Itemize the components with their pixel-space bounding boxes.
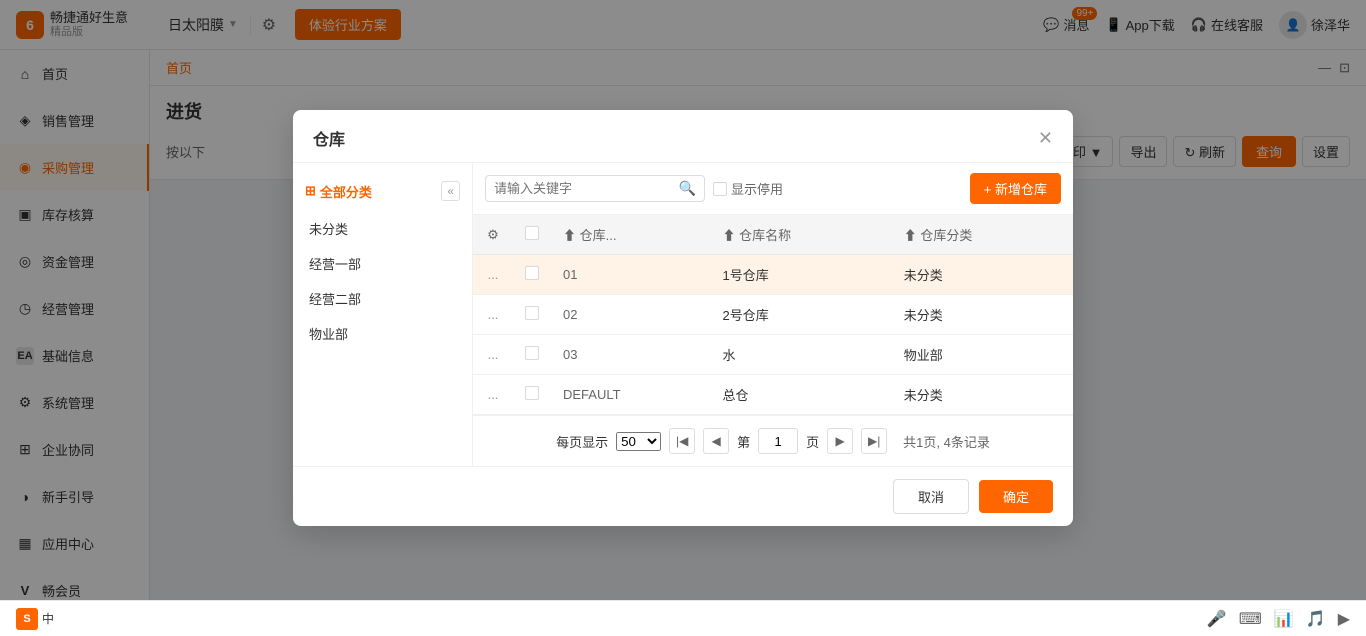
category-header: ⊞ 全部分类 « (293, 175, 472, 211)
category-item-property[interactable]: 物业部 (293, 316, 472, 351)
modal-footer: 取消 确定 (293, 466, 1073, 526)
page-total-info: 共1页, 4条记录 (903, 432, 990, 451)
per-page-label: 每页显示 (556, 432, 608, 451)
page-suffix: 页 (806, 432, 819, 451)
modal-title: 仓库 (313, 126, 345, 150)
th-category-label: ⬆ 仓库分类 (904, 228, 973, 243)
play-icon[interactable]: ▶ (1338, 609, 1350, 629)
th-checkbox (513, 215, 551, 255)
row-checkbox[interactable] (525, 266, 539, 280)
gear-th-icon: ⚙ (487, 227, 499, 242)
row-more-btn[interactable]: ... (473, 295, 513, 335)
bottom-logo: S 中 (16, 608, 54, 630)
row-name: 总仓 (711, 375, 892, 415)
row-checkbox[interactable] (525, 386, 539, 400)
content-panel: 🔍 显示停用 + 新增仓库 ⚙ (473, 163, 1073, 466)
confirm-button[interactable]: 确定 (979, 480, 1053, 513)
prev-page-btn[interactable]: ◀ (703, 428, 729, 454)
row-checkbox[interactable] (525, 346, 539, 360)
modal-header: 仓库 ✕ (293, 110, 1073, 163)
row-name: 水 (711, 335, 892, 375)
th-name: ⬆ 仓库名称 (711, 215, 892, 255)
th-name-label: ⬆ 仓库名称 (723, 228, 792, 243)
per-page-select[interactable]: 50 20 100 (616, 432, 661, 451)
search-box: 🔍 (485, 175, 705, 202)
category-item-unclassified[interactable]: 未分类 (293, 211, 472, 246)
keyboard-icon[interactable]: ⌨ (1239, 609, 1262, 629)
th-gear: ⚙ (473, 215, 513, 255)
row-code: DEFAULT (551, 375, 711, 415)
category-item-dept1[interactable]: 经营一部 (293, 246, 472, 281)
row-code: 01 (551, 255, 711, 295)
row-name: 1号仓库 (711, 255, 892, 295)
row-more-btn[interactable]: ... (473, 255, 513, 295)
all-categories-label: 全部分类 (320, 182, 372, 201)
warehouse-table: ⚙ ⬆ 仓库... ⬆ 仓库名称 (473, 215, 1073, 415)
th-code-label: ⬆ 仓库... (563, 228, 616, 243)
modal-overlay: 仓库 ✕ ⊞ 全部分类 « 未分类 经营一部 经营二部 物业部 (0, 0, 1366, 636)
row-category: 未分类 (892, 255, 1073, 295)
row-checkbox[interactable] (525, 306, 539, 320)
add-warehouse-btn[interactable]: + 新增仓库 (970, 173, 1061, 204)
pagination: 每页显示 50 20 100 |◀ ◀ 第 页 ▶ ▶| 共1页, 4条记录 (473, 415, 1073, 466)
select-all-checkbox[interactable] (525, 226, 539, 240)
collapse-category-btn[interactable]: « (441, 181, 460, 201)
warehouse-modal: 仓库 ✕ ⊞ 全部分类 « 未分类 经营一部 经营二部 物业部 (293, 110, 1073, 526)
show-disabled-checkbox[interactable]: 显示停用 (713, 179, 783, 198)
row-name: 2号仓库 (711, 295, 892, 335)
search-icon[interactable]: 🔍 (679, 180, 696, 197)
category-panel: ⊞ 全部分类 « 未分类 经营一部 经营二部 物业部 (293, 163, 473, 466)
row-checkbox-cell (513, 255, 551, 295)
th-code: ⬆ 仓库... (551, 215, 711, 255)
row-more-btn[interactable]: ... (473, 335, 513, 375)
row-category: 未分类 (892, 375, 1073, 415)
table-header-row: ⚙ ⬆ 仓库... ⬆ 仓库名称 (473, 215, 1073, 255)
page-label: 第 (737, 432, 750, 451)
content-toolbar: 🔍 显示停用 + 新增仓库 (473, 163, 1073, 215)
show-disabled-label: 显示停用 (731, 179, 783, 198)
mic-icon[interactable]: 🎤 (1207, 609, 1227, 629)
th-category: ⬆ 仓库分类 (892, 215, 1073, 255)
row-more-btn[interactable]: ... (473, 375, 513, 415)
grid-icon: ⊞ (305, 183, 316, 199)
table-row[interactable]: ... 03 水 物业部 (473, 335, 1073, 375)
modal-close-icon[interactable]: ✕ (1038, 128, 1053, 149)
last-page-btn[interactable]: ▶| (861, 428, 887, 454)
first-page-btn[interactable]: |◀ (669, 428, 695, 454)
music-icon[interactable]: 🎵 (1306, 609, 1326, 629)
table-row[interactable]: ... 02 2号仓库 未分类 (473, 295, 1073, 335)
search-input[interactable] (494, 181, 673, 196)
table-row[interactable]: ... DEFAULT 总仓 未分类 (473, 375, 1073, 415)
category-item-dept2[interactable]: 经营二部 (293, 281, 472, 316)
row-category: 未分类 (892, 295, 1073, 335)
next-page-btn[interactable]: ▶ (827, 428, 853, 454)
bottom-logo-text: 中 (42, 610, 54, 627)
table-row[interactable]: ... 01 1号仓库 未分类 (473, 255, 1073, 295)
row-code: 03 (551, 335, 711, 375)
table-body: ... 01 1号仓库 未分类 ... 02 2号仓库 未分类 ... 03 水… (473, 255, 1073, 415)
all-categories-btn[interactable]: ⊞ 全部分类 (305, 182, 372, 201)
table: ⚙ ⬆ 仓库... ⬆ 仓库名称 (473, 215, 1073, 415)
bottom-logo-icon: S (16, 608, 38, 630)
row-checkbox-cell (513, 295, 551, 335)
cancel-button[interactable]: 取消 (893, 479, 969, 514)
disabled-checkbox[interactable] (713, 182, 727, 196)
row-category: 物业部 (892, 335, 1073, 375)
chart-icon[interactable]: 📊 (1274, 609, 1294, 629)
bottom-bar: S 中 🎤 ⌨ 📊 🎵 ▶ (0, 600, 1366, 636)
row-checkbox-cell (513, 335, 551, 375)
row-code: 02 (551, 295, 711, 335)
row-checkbox-cell (513, 375, 551, 415)
page-input[interactable] (758, 428, 798, 454)
modal-body: ⊞ 全部分类 « 未分类 经营一部 经营二部 物业部 🔍 (293, 163, 1073, 466)
